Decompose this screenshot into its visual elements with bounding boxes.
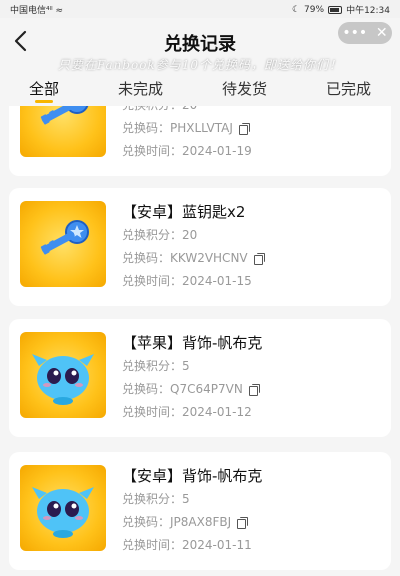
copy-icon[interactable]: [248, 384, 260, 396]
code-row: 兑换码： PHXLLVTAJ: [122, 117, 252, 140]
points-value: 5: [182, 359, 190, 373]
time-value: 2024-01-12: [182, 405, 252, 419]
mini-program-capsule: ••• ✕: [338, 22, 392, 44]
carrier-label: 中国电信⁴ˡˡ ≈: [10, 6, 63, 16]
tab-completed[interactable]: 已完成: [326, 78, 371, 99]
record-card[interactable]: 兑换积分：20 兑换码：PHXLLVTAJ 兑换时间：2024-01-19: [9, 106, 391, 176]
battery-icon: [328, 5, 343, 14]
record-title: 【安卓】蓝钥匙x2: [122, 203, 246, 221]
blue-key-icon: [20, 106, 106, 157]
record-card[interactable]: 【安卓】蓝钥匙x2 兑换积分： 20 兑换码： KKW2VHCNV 兑换时间： 202…: [9, 188, 391, 306]
code-value: JP8AX8FBJ: [170, 515, 232, 529]
code-row: 兑换码： Q7C64P7VN: [122, 378, 262, 401]
record-title: 【安卓】背饰-帆布克: [122, 467, 263, 485]
points-row: 兑换积分： 5: [122, 488, 262, 511]
tab-pending-shipment[interactable]: 待发货: [222, 78, 267, 99]
code-row: 兑换码： JP8AX8FBJ: [122, 511, 262, 534]
time-row: 兑换时间： 2024-01-12: [122, 401, 262, 424]
time-value: 2024-01-19: [182, 144, 252, 158]
record-card[interactable]: 【苹果】背饰-帆布克 兑换积分： 5 兑换码： Q7C64P7VN 兑换时间： 202…: [9, 319, 391, 437]
record-list[interactable]: 兑换积分：20 兑换码：PHXLLVTAJ 兑换时间：2024-01-19 【安…: [0, 106, 400, 576]
status-right: ☾ 79% 中午12:34: [291, 3, 390, 17]
time-row: 兑换时间： 2024-01-15: [122, 270, 264, 293]
points-value: 20: [182, 228, 198, 242]
points-value: 20: [182, 106, 197, 117]
copy-icon[interactable]: [253, 253, 265, 265]
blue-creature-icon: [20, 465, 106, 551]
code-value: KKW2VHCNV: [170, 251, 248, 265]
moon-icon: ☾: [291, 4, 301, 15]
copy-icon[interactable]: [238, 123, 250, 135]
more-icon[interactable]: •••: [342, 25, 367, 41]
active-tab-indicator: [35, 100, 53, 103]
clock: 中午12:34: [346, 6, 390, 16]
tab-all[interactable]: 全部: [29, 78, 59, 99]
points-row: 兑换积分：20: [122, 106, 252, 117]
status-bar: 中国电信⁴ˡˡ ≈ ☾ 79% 中午12:34: [0, 0, 400, 18]
points-row: 兑换积分： 5: [122, 355, 262, 378]
blue-key-icon: [20, 201, 106, 287]
code-row: 兑换码： KKW2VHCNV: [122, 247, 265, 270]
time-row: 兑换时间： 2024-01-11: [122, 534, 262, 557]
record-card[interactable]: 【安卓】背饰-帆布克 兑换积分： 5 兑换码： JP8AX8FBJ 兑换时间： 202…: [9, 452, 391, 570]
tab-bar: 全部 未完成 待发货 已完成: [0, 72, 400, 106]
time-value: 2024-01-15: [182, 274, 252, 288]
points-value: 5: [182, 492, 190, 506]
tab-incomplete[interactable]: 未完成: [118, 78, 163, 99]
overlay-caption: 只要在Fanbook参与10个兑换码，即送给你们！: [57, 58, 343, 72]
record-title: 【苹果】背饰-帆布克: [122, 334, 263, 352]
battery-percent: 79%: [304, 4, 325, 15]
copy-icon[interactable]: [237, 517, 249, 529]
code-value: Q7C64P7VN: [170, 382, 243, 396]
points-row: 兑换积分：20: [122, 224, 264, 247]
code-value: PHXLLVTAJ: [170, 121, 233, 135]
time-value: 2024-01-11: [182, 538, 252, 552]
close-icon[interactable]: ✕: [376, 25, 388, 41]
time-row: 兑换时间： 2024-01-19: [122, 140, 252, 163]
blue-creature-icon: [20, 332, 106, 418]
